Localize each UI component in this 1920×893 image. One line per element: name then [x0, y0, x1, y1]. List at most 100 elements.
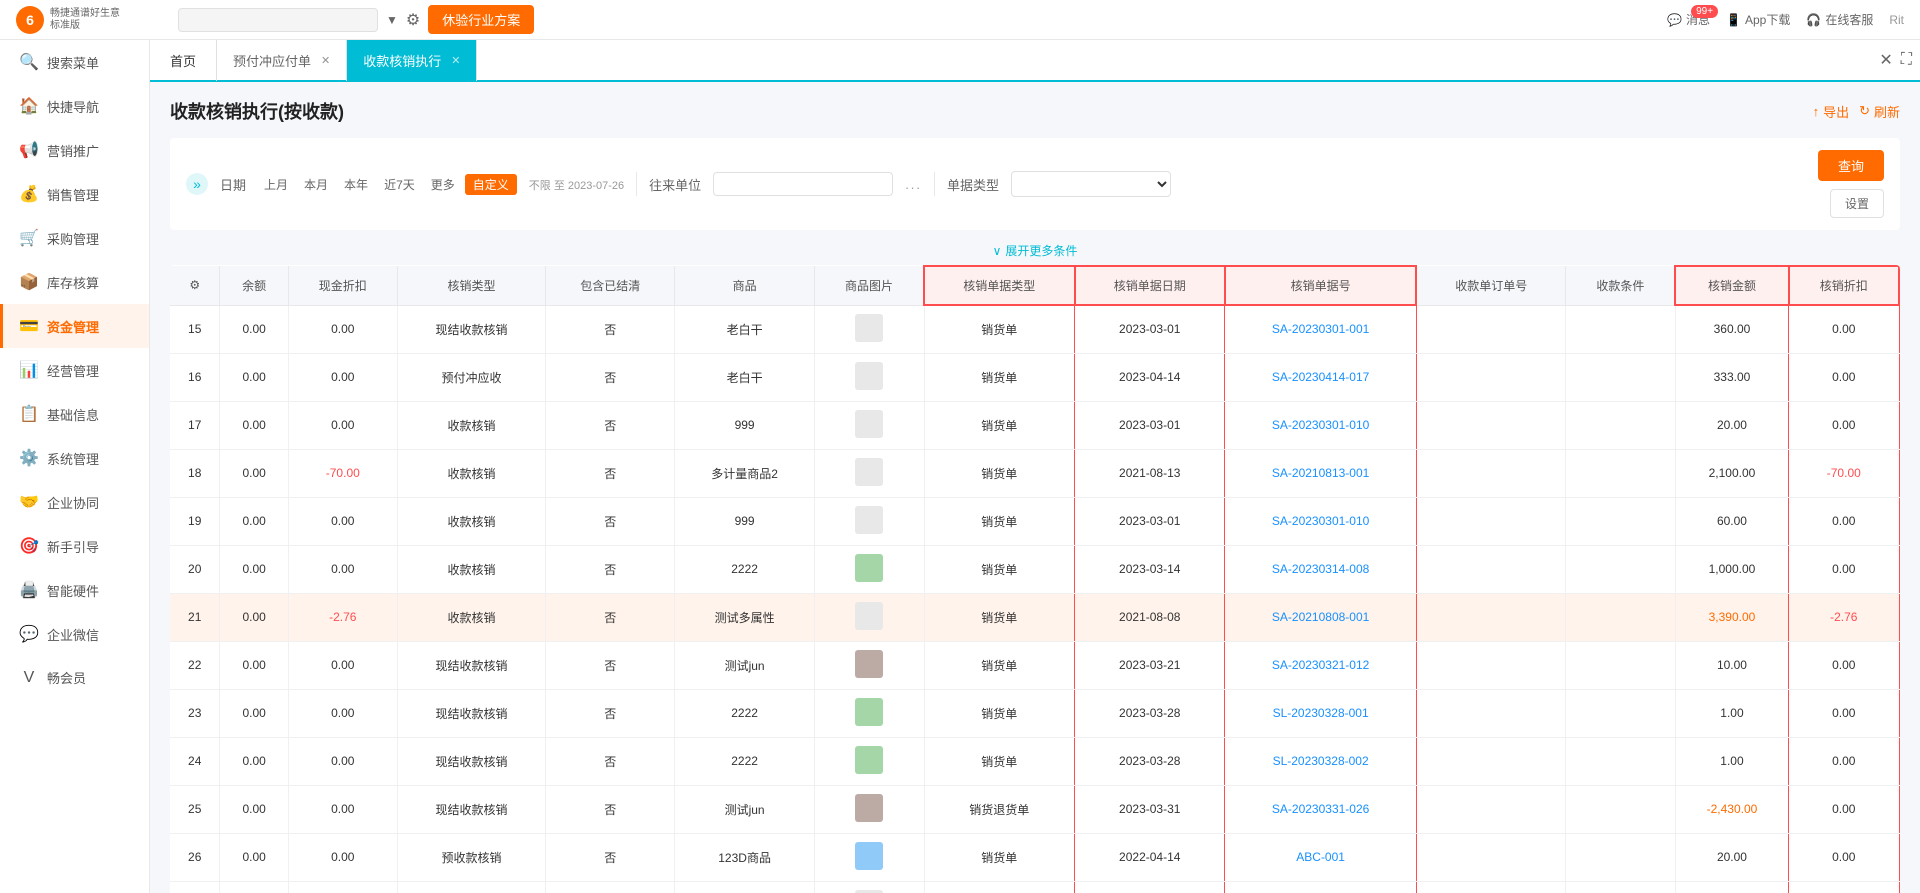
- goods-image: [855, 506, 883, 534]
- sidebar-item-management[interactable]: 📊 经营管理: [0, 348, 149, 392]
- cell-verify-type: 现结收款核销: [397, 881, 546, 893]
- cell-bill-no[interactable]: SA-20210813-001: [1225, 449, 1416, 497]
- sidebar-item-nav[interactable]: 🏠 快捷导航: [0, 84, 149, 128]
- cell-no: 15: [170, 305, 220, 353]
- cell-receipt-cond: [1566, 785, 1676, 833]
- date-this-year[interactable]: 本年: [338, 174, 374, 195]
- gear-btn[interactable]: ⚙: [406, 10, 420, 30]
- industry-btn[interactable]: 休验行业方案: [428, 5, 534, 34]
- date-7days[interactable]: 近7天: [378, 174, 421, 195]
- search-btn[interactable]: 查询: [1818, 150, 1884, 181]
- cell-cash-disc: 0.00: [288, 497, 397, 545]
- cell-bill-no[interactable]: SA-20230321-012: [1225, 641, 1416, 689]
- sidebar-item-wechat[interactable]: 💬 企业微信: [0, 612, 149, 656]
- cell-verify-amt: -2,430.00: [1675, 785, 1788, 833]
- sidebar-item-system[interactable]: ⚙️ 系统管理: [0, 436, 149, 480]
- cell-bill-no[interactable]: SA-20230301-001: [1225, 305, 1416, 353]
- sidebar-item-inventory[interactable]: 📦 库存核算: [0, 260, 149, 304]
- data-table: ⚙ 余额 现金折扣 核销类型 包含已结清 商品 商品图片 核销单据类型 核销单据…: [170, 265, 1900, 893]
- cell-goods: 测试多属性: [675, 593, 815, 641]
- cell-balance: 0.00: [220, 881, 289, 893]
- filter-bar: » 日期 上月 本月 本年 近7天 更多 自定义 不限 至 2023-07-26: [170, 138, 1900, 230]
- cell-goods: 2222: [675, 545, 815, 593]
- cell-receipt-order: [1416, 353, 1566, 401]
- close-window-icon[interactable]: ✕: [1879, 50, 1892, 70]
- refresh-btn[interactable]: ↻ 刷新: [1859, 102, 1900, 121]
- sidebar-item-marketing[interactable]: 📢 营销推广: [0, 128, 149, 172]
- expand-filter-btn[interactable]: »: [186, 173, 208, 195]
- cell-goods-img: [815, 737, 925, 785]
- date-custom[interactable]: 自定义: [465, 174, 517, 195]
- cell-included: 否: [546, 785, 675, 833]
- cell-cash-disc: 0.00: [288, 545, 397, 593]
- sidebar-item-purchase[interactable]: 🛒 采购管理: [0, 216, 149, 260]
- sidebar-item-search[interactable]: 🔍 搜索菜单: [0, 40, 149, 84]
- date-last-month[interactable]: 上月: [258, 174, 294, 195]
- cell-bill-date: 2023-03-01: [1075, 305, 1225, 353]
- cell-goods-img: [815, 401, 925, 449]
- date-this-month[interactable]: 本月: [298, 174, 334, 195]
- tab-close-prepay[interactable]: ✕: [321, 54, 330, 67]
- col-bill-date: 核销单据日期: [1075, 266, 1225, 305]
- top-bar-mid: ▼ ⚙ 休验行业方案: [178, 5, 1655, 34]
- cell-verify-disc: 0.00: [1789, 305, 1899, 353]
- export-btn[interactable]: ↑ 导出: [1813, 102, 1850, 121]
- goods-image: [855, 794, 883, 822]
- cell-verify-disc: 0.00: [1789, 545, 1899, 593]
- cell-bill-no[interactable]: SA-20230314-008: [1225, 545, 1416, 593]
- sidebar-item-label: 库存核算: [47, 273, 99, 292]
- search-input[interactable]: [178, 8, 378, 32]
- box-icon: 📦: [19, 272, 39, 292]
- cell-bill-type: 销货单: [924, 833, 1074, 881]
- online-service-btn[interactable]: 🎧 在线客服: [1806, 11, 1873, 28]
- cell-verify-disc: 0.00: [1789, 833, 1899, 881]
- sidebar-item-basic[interactable]: 📋 基础信息: [0, 392, 149, 436]
- cell-bill-no[interactable]: SA-20210808-001: [1225, 593, 1416, 641]
- cell-bill-no[interactable]: ABC-001: [1225, 833, 1416, 881]
- cell-bill-date: 2023-04-08: [1075, 881, 1225, 893]
- message-btn[interactable]: 💬 消息 99+: [1667, 11, 1710, 28]
- cell-cash-disc: -2.76: [288, 593, 397, 641]
- page-title: 收款核销执行(按收款): [170, 98, 344, 124]
- date-more[interactable]: 更多: [425, 174, 461, 195]
- sidebar-item-label: 企业协同: [47, 493, 99, 512]
- sidebar-item-sales[interactable]: 💰 销售管理: [0, 172, 149, 216]
- cell-goods: 2222: [675, 737, 815, 785]
- bill-type-select[interactable]: [1011, 171, 1171, 197]
- cell-bill-no[interactable]: SL-20230328-001: [1225, 689, 1416, 737]
- expand-more-btn[interactable]: ∨ 展开更多条件: [170, 242, 1900, 259]
- wechat-icon: 💬: [19, 624, 39, 644]
- sidebar-item-vip[interactable]: V 畅会员: [0, 656, 149, 699]
- sidebar-item-guide[interactable]: 🎯 新手引导: [0, 524, 149, 568]
- cell-balance: 0.00: [220, 641, 289, 689]
- cell-goods-img: [815, 545, 925, 593]
- cell-bill-no[interactable]: SA-20230301-010: [1225, 497, 1416, 545]
- tab-prepay[interactable]: 预付冲应付单 ✕: [217, 40, 347, 81]
- cell-balance: 0.00: [220, 689, 289, 737]
- maximize-icon[interactable]: ⛶: [1901, 51, 1912, 69]
- tab-home[interactable]: 首页: [150, 40, 217, 81]
- cell-verify-type: 现结收款核销: [397, 641, 546, 689]
- table-row: 190.000.00收款核销否999销货单2023-03-01SA-202303…: [170, 497, 1899, 545]
- from-unit-input[interactable]: [713, 172, 893, 196]
- cell-goods: 999: [675, 497, 815, 545]
- sidebar-item-collab[interactable]: 🤝 企业协同: [0, 480, 149, 524]
- cell-cash-disc: 0.00: [288, 833, 397, 881]
- cell-bill-no[interactable]: SA-20230414-017: [1225, 353, 1416, 401]
- tab-close-verify[interactable]: ✕: [451, 54, 460, 67]
- app-download-btn[interactable]: 📱 App下载: [1726, 11, 1790, 28]
- settings-btn[interactable]: 设置: [1830, 189, 1884, 218]
- sidebar-item-label: 销售管理: [47, 185, 99, 204]
- cell-bill-no[interactable]: SL-20230408-001: [1225, 881, 1416, 893]
- sidebar-item-finance[interactable]: 💳 资金管理: [0, 304, 149, 348]
- col-settings[interactable]: ⚙: [170, 266, 220, 305]
- logo-text: 畅捷通谱好生意 标准版: [50, 8, 120, 32]
- cell-bill-no[interactable]: SL-20230328-002: [1225, 737, 1416, 785]
- cell-bill-no[interactable]: SA-20230331-026: [1225, 785, 1416, 833]
- cell-bill-no[interactable]: SA-20230301-010: [1225, 401, 1416, 449]
- sidebar-item-label: 资金管理: [47, 317, 99, 336]
- target-icon: 🎯: [19, 536, 39, 556]
- tab-verify[interactable]: 收款核销执行 ✕: [347, 40, 477, 81]
- sidebar-item-hardware[interactable]: 🖨️ 智能硬件: [0, 568, 149, 612]
- dropdown-btn[interactable]: ▼: [386, 13, 398, 27]
